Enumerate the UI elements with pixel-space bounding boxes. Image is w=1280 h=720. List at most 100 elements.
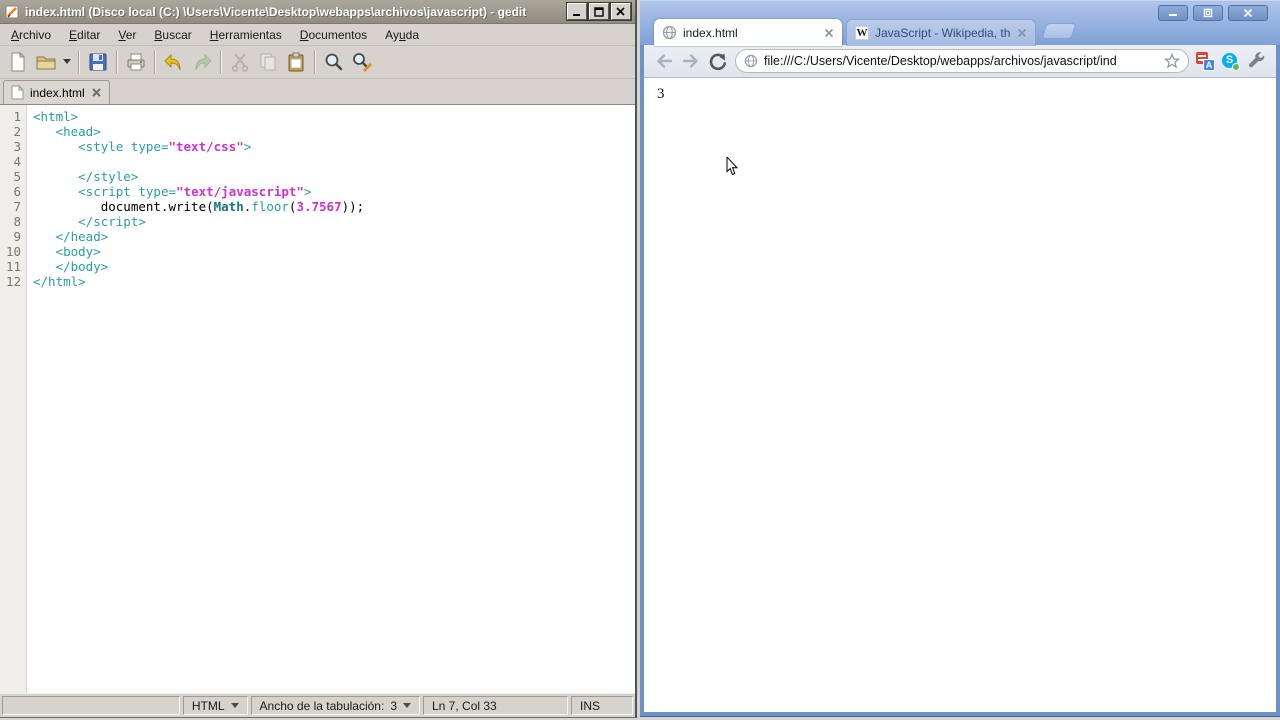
line-number: 6 xyxy=(13,184,21,199)
code-line[interactable]: document.write(Math.floor(3.7567)); xyxy=(33,199,635,214)
menu-editar[interactable]: Editar xyxy=(60,25,109,45)
language-selector[interactable]: HTML xyxy=(182,696,248,715)
line-number: 11 xyxy=(5,259,21,274)
editor-tab-label: index.html xyxy=(30,85,85,100)
gedit-window-title: index.html (Disco local (C:) \Users\Vice… xyxy=(25,4,527,19)
gedit-menubar: Archivo Editar Ver Buscar Herramientas Docume… xyxy=(0,24,635,46)
document-icon xyxy=(11,85,24,100)
find-replace-button[interactable] xyxy=(348,49,376,76)
restore-icon xyxy=(1203,8,1213,18)
gedit-icon xyxy=(5,5,19,18)
translate-icon-right: A xyxy=(1203,58,1215,71)
close-icon xyxy=(1243,8,1253,18)
undo-button[interactable] xyxy=(160,49,188,76)
cursor-position: Ln 7, Col 33 xyxy=(423,696,568,715)
copy-button[interactable] xyxy=(254,49,282,76)
cut-button[interactable] xyxy=(226,49,254,76)
forward-icon[interactable] xyxy=(681,52,701,70)
code-line[interactable] xyxy=(33,154,635,169)
code-text-area[interactable]: <html> <head> <style type="text/css"> </… xyxy=(27,105,635,693)
minimize-icon xyxy=(1169,14,1177,16)
tab-close-icon[interactable] xyxy=(824,28,834,38)
star-icon[interactable] xyxy=(1164,53,1180,69)
url-text[interactable]: file:///C:/Users/Vicente/Desktop/webapps… xyxy=(764,54,1158,68)
wrench-icon[interactable] xyxy=(1246,51,1266,71)
browser-tab-wikipedia[interactable]: W JavaScript - Wikipedia, the fre xyxy=(846,19,1036,46)
browser-tab-index-html[interactable]: index.html xyxy=(654,19,842,46)
minimize-button[interactable] xyxy=(1158,5,1188,21)
code-line[interactable]: </script> xyxy=(33,214,635,229)
toolbar-separator xyxy=(154,51,156,73)
web-page[interactable]: 3 xyxy=(644,78,1276,712)
code-line[interactable]: <style type="text/css"> xyxy=(33,139,635,154)
menu-documentos[interactable]: Documentos xyxy=(291,25,376,45)
tab-close-icon[interactable] xyxy=(91,87,102,98)
tab-label: index.html xyxy=(683,25,738,40)
code-line[interactable]: </head> xyxy=(33,229,635,244)
line-number: 10 xyxy=(5,244,21,259)
code-line[interactable]: <body> xyxy=(33,244,635,259)
toolbar-separator xyxy=(220,51,222,73)
find-replace-icon xyxy=(353,53,373,73)
gedit-tabbar: index.html xyxy=(0,79,635,104)
toolbar-separator xyxy=(314,51,316,73)
mouse-cursor xyxy=(726,157,739,176)
line-number: 1 xyxy=(13,109,21,124)
code-line[interactable]: <head> xyxy=(33,124,635,139)
gedit-window: index.html (Disco local (C:) \Users\Vice… xyxy=(0,0,637,718)
find-button[interactable] xyxy=(320,49,348,76)
open-button[interactable] xyxy=(32,49,60,76)
maximize-icon xyxy=(594,6,604,17)
menu-archivo[interactable]: Archivo xyxy=(2,25,60,45)
redo-button[interactable] xyxy=(188,49,216,76)
minimize-icon xyxy=(573,13,580,16)
code-line[interactable]: <script type="text/javascript"> xyxy=(33,184,635,199)
browser-window: index.html W JavaScript - Wikipedia, the… xyxy=(640,0,1280,716)
code-line[interactable]: </style> xyxy=(33,169,635,184)
tab-width-label: Ancho de la tabulación: xyxy=(259,698,385,713)
address-bar[interactable]: file:///C:/Users/Vicente/Desktop/webapps… xyxy=(735,49,1189,73)
code-line[interactable]: </body> xyxy=(33,259,635,274)
open-dropdown-button[interactable] xyxy=(60,49,74,76)
toolbar-separator xyxy=(116,51,118,73)
open-folder-icon xyxy=(36,56,56,70)
new-document-button[interactable] xyxy=(4,49,32,76)
reload-icon[interactable] xyxy=(708,52,728,71)
minimize-button[interactable] xyxy=(567,3,587,20)
code-line[interactable]: <html> xyxy=(33,109,635,124)
print-button[interactable] xyxy=(122,49,150,76)
close-button[interactable] xyxy=(1228,5,1268,21)
paste-button[interactable] xyxy=(282,49,310,76)
browser-tab-strip[interactable]: index.html W JavaScript - Wikipedia, the… xyxy=(640,0,1280,46)
new-tab-button[interactable] xyxy=(1041,23,1077,39)
page-output-text: 3 xyxy=(657,86,665,102)
tab-width-selector[interactable]: Ancho de la tabulación: 3 xyxy=(250,696,420,715)
chevron-down-icon xyxy=(230,703,239,708)
editor-tab-index-html[interactable]: index.html xyxy=(3,80,110,104)
gedit-titlebar[interactable]: index.html (Disco local (C:) \Users\Vice… xyxy=(0,0,635,24)
browser-toolbar: file:///C:/Users/Vicente/Desktop/webapps… xyxy=(644,45,1276,78)
globe-icon xyxy=(744,54,758,68)
tab-close-icon[interactable] xyxy=(1017,28,1027,38)
save-button[interactable] xyxy=(84,49,112,76)
maximize-button[interactable] xyxy=(589,3,609,20)
translate-icon[interactable]: A xyxy=(1196,51,1215,71)
insert-mode-text: INS xyxy=(580,698,601,713)
find-icon xyxy=(325,53,343,71)
back-icon[interactable] xyxy=(654,52,674,70)
restore-button[interactable] xyxy=(1193,5,1223,21)
wikipedia-icon: W xyxy=(855,26,869,40)
menu-ver[interactable]: Ver xyxy=(109,25,145,45)
status-message-area xyxy=(2,696,180,715)
close-button[interactable] xyxy=(611,3,631,20)
menu-ayuda[interactable]: Ayuda xyxy=(376,25,428,45)
code-line[interactable]: </html> xyxy=(33,274,635,289)
skype-status-dot xyxy=(1232,62,1240,71)
code-editor[interactable]: 1 2 3 4 5 6 7 8 9 10 11 12 <html> <head> <style typ… xyxy=(0,104,635,693)
menu-herramientas[interactable]: Herramientas xyxy=(201,25,291,45)
skype-icon[interactable]: S xyxy=(1222,52,1240,71)
line-number: 12 xyxy=(5,274,21,289)
line-number: 4 xyxy=(13,154,21,169)
new-document-icon xyxy=(11,51,26,72)
menu-buscar[interactable]: Buscar xyxy=(145,25,200,45)
